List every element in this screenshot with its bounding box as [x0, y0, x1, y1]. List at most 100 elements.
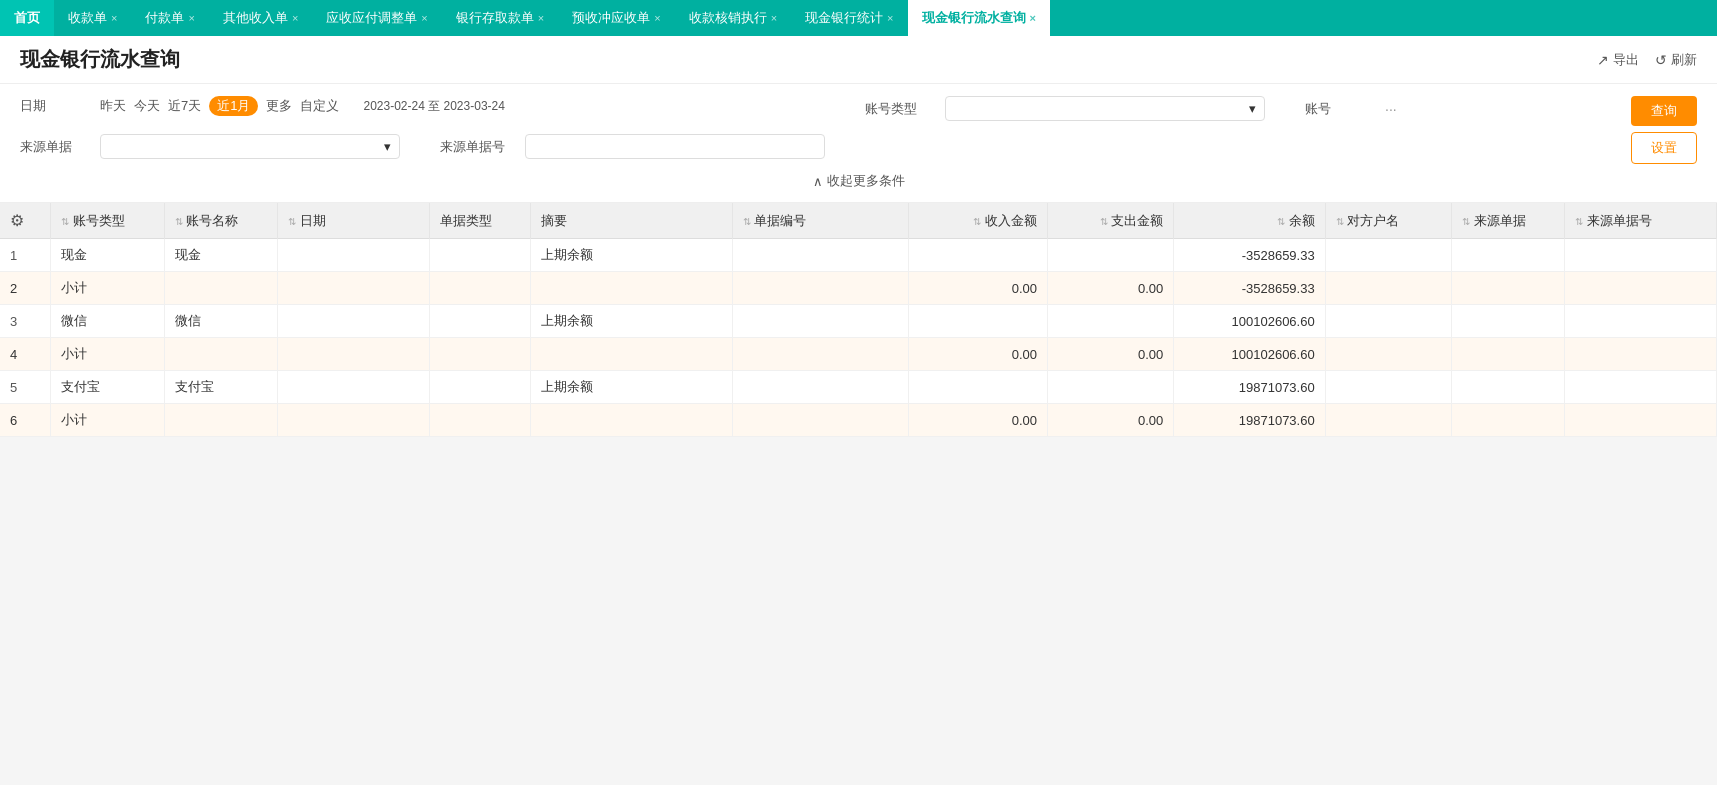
cell-expense: 0.00	[1048, 338, 1174, 371]
refresh-button[interactable]: ↺ 刷新	[1655, 51, 1697, 69]
cell-account_type: 小计	[50, 404, 164, 437]
export-button[interactable]: ↗ 导出	[1597, 51, 1639, 69]
cell-voucher_type	[429, 371, 530, 404]
th-counterparty[interactable]: ⇅ 对方户名	[1325, 203, 1451, 239]
account-no-dots[interactable]: ···	[1385, 101, 1397, 117]
close-icon-4[interactable]: ×	[538, 0, 544, 36]
th-balance[interactable]: ⇅ 余额	[1174, 203, 1325, 239]
cell-summary	[530, 272, 732, 305]
table-row[interactable]: 4小计0.000.00100102606.60	[0, 338, 1717, 371]
cell-source_doc	[1451, 305, 1565, 338]
nav-tab-4[interactable]: 银行存取款单 ×	[442, 0, 558, 36]
close-icon-5[interactable]: ×	[654, 0, 660, 36]
source-doc-no-input[interactable]	[525, 134, 825, 159]
nav-home[interactable]: 首页	[0, 0, 54, 36]
th-source-no[interactable]: ⇅ 来源单据号	[1565, 203, 1717, 239]
cell-summary: 上期余额	[530, 305, 732, 338]
sort-icon-voucher-no: ⇅	[743, 216, 751, 227]
chevron-down-icon: ▾	[384, 139, 391, 154]
cell-balance: 100102606.60	[1174, 338, 1325, 371]
close-icon-6[interactable]: ×	[771, 0, 777, 36]
th-summary-label: 摘要	[541, 213, 567, 228]
sort-icon-counterparty: ⇅	[1336, 216, 1344, 227]
close-icon-3[interactable]: ×	[421, 0, 427, 36]
cell-num: 6	[0, 404, 50, 437]
nav-home-label: 首页	[14, 0, 40, 36]
cell-date	[278, 305, 429, 338]
cell-account_name	[164, 338, 278, 371]
gear-icon[interactable]: ⚙	[10, 212, 24, 229]
cell-account_name: 微信	[164, 305, 278, 338]
th-settings[interactable]: ⚙	[0, 203, 50, 239]
table-row[interactable]: 6小计0.000.0019871073.60	[0, 404, 1717, 437]
cell-expense	[1048, 305, 1174, 338]
date-shortcuts: 昨天 今天 近7天 近1月 更多 自定义	[100, 96, 339, 116]
cell-expense: 0.00	[1048, 404, 1174, 437]
nav-tab-8[interactable]: 现金银行流水查询 ×	[908, 0, 1050, 36]
th-voucher-no[interactable]: ⇅ 单据编号	[732, 203, 909, 239]
top-nav: 首页 收款单 × 付款单 × 其他收入单 × 应收应付调整单 × 银行存取款单 …	[0, 0, 1717, 36]
cell-source_no	[1565, 338, 1717, 371]
cell-income	[909, 371, 1048, 404]
cell-num: 1	[0, 239, 50, 272]
cell-date	[278, 338, 429, 371]
shortcut-more[interactable]: 更多	[266, 97, 292, 115]
cell-balance: -3528659.33	[1174, 272, 1325, 305]
th-date-label: 日期	[300, 213, 326, 228]
cell-income	[909, 305, 1048, 338]
nav-tab-3[interactable]: 应收应付调整单 ×	[312, 0, 441, 36]
table-row[interactable]: 1现金现金上期余额-3528659.33	[0, 239, 1717, 272]
close-icon-8[interactable]: ×	[1030, 0, 1036, 36]
th-date[interactable]: ⇅ 日期	[278, 203, 429, 239]
th-source-no-label: 来源单据号	[1587, 213, 1652, 228]
cell-account_type: 小计	[50, 338, 164, 371]
nav-tab-0[interactable]: 收款单 ×	[54, 0, 131, 36]
nav-tab-1[interactable]: 付款单 ×	[131, 0, 208, 36]
nav-tab-6[interactable]: 收款核销执行 ×	[675, 0, 791, 36]
cell-voucher_no	[732, 239, 909, 272]
th-account-name[interactable]: ⇅ 账号名称	[164, 203, 278, 239]
table-row[interactable]: 5支付宝支付宝上期余额19871073.60	[0, 371, 1717, 404]
account-type-select[interactable]: ▾	[945, 96, 1265, 121]
shortcut-custom[interactable]: 自定义	[300, 97, 339, 115]
cell-voucher_type	[429, 305, 530, 338]
th-voucher-type[interactable]: 单据类型	[429, 203, 530, 239]
query-button[interactable]: 查询	[1631, 96, 1697, 126]
collapse-button[interactable]: ∧ 收起更多条件	[813, 172, 905, 190]
filter-middle-col: 账号类型 ▾ 账号 ···	[865, 96, 1591, 121]
close-icon-7[interactable]: ×	[887, 0, 893, 36]
close-icon-1[interactable]: ×	[188, 0, 194, 36]
table-row[interactable]: 2小计0.000.00-3528659.33	[0, 272, 1717, 305]
cell-voucher_type	[429, 338, 530, 371]
th-summary[interactable]: 摘要	[530, 203, 732, 239]
table-row[interactable]: 3微信微信上期余额100102606.60	[0, 305, 1717, 338]
date-label: 日期	[20, 97, 80, 115]
sort-icon-expense: ⇅	[1100, 216, 1108, 227]
source-doc-select[interactable]: ▾	[100, 134, 400, 159]
th-source-doc-label: 来源单据	[1474, 213, 1526, 228]
th-account-type[interactable]: ⇅ 账号类型	[50, 203, 164, 239]
shortcut-today[interactable]: 今天	[134, 97, 160, 115]
cell-balance: -3528659.33	[1174, 239, 1325, 272]
th-source-doc[interactable]: ⇅ 来源单据	[1451, 203, 1565, 239]
th-income-label: 收入金额	[985, 213, 1037, 228]
nav-tab-2[interactable]: 其他收入单 ×	[209, 0, 312, 36]
collapse-row: ∧ 收起更多条件	[20, 172, 1697, 190]
nav-tab-5[interactable]: 预收冲应收单 ×	[558, 0, 674, 36]
shortcut-1month[interactable]: 近1月	[209, 96, 258, 116]
sort-icon-balance: ⇅	[1277, 216, 1285, 227]
th-income[interactable]: ⇅ 收入金额	[909, 203, 1048, 239]
cell-source_doc	[1451, 338, 1565, 371]
cell-voucher_no	[732, 272, 909, 305]
cell-income: 0.00	[909, 338, 1048, 371]
shortcut-7days[interactable]: 近7天	[168, 97, 201, 115]
cell-voucher_no	[732, 371, 909, 404]
cell-source_doc	[1451, 239, 1565, 272]
shortcut-yesterday[interactable]: 昨天	[100, 97, 126, 115]
th-expense[interactable]: ⇅ 支出金额	[1048, 203, 1174, 239]
settings-button[interactable]: 设置	[1631, 132, 1697, 164]
nav-tab-7[interactable]: 现金银行统计 ×	[791, 0, 907, 36]
close-icon-2[interactable]: ×	[292, 0, 298, 36]
close-icon-0[interactable]: ×	[111, 0, 117, 36]
cell-num: 5	[0, 371, 50, 404]
